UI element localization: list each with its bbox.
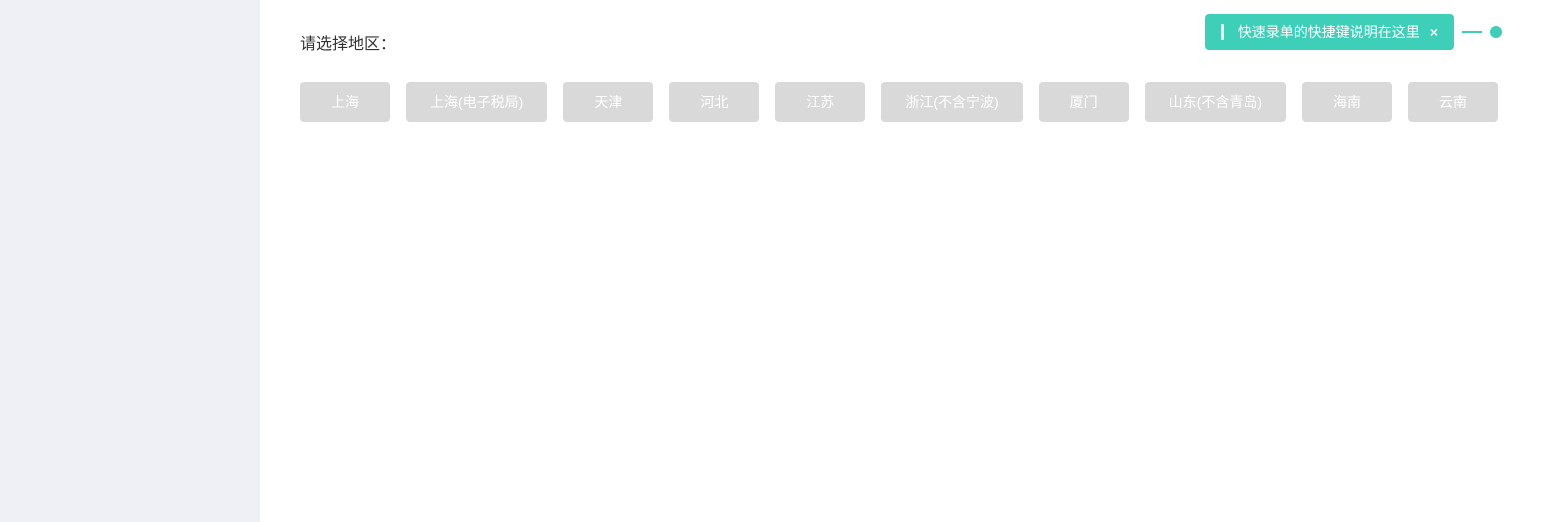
left-sidebar	[0, 0, 260, 522]
region-button-jiangsu[interactable]: 江苏	[775, 82, 865, 122]
region-buttons: 上海上海(电子税局) 天津河北江苏浙江(不含宁波) 厦门山东(不含青岛) 海南云南	[300, 82, 1522, 122]
region-button-xiamen[interactable]: 厦门	[1039, 82, 1129, 122]
region-button-yunnan[interactable]: 云南	[1408, 82, 1498, 122]
main-content: 请选择地区： 上海上海(电子税局)天津河北江苏浙江(不含宁波)厦门山东(不含青岛…	[260, 0, 1562, 522]
tooltip-connector-dot	[1490, 26, 1502, 38]
region-button-hebei[interactable]: 河北	[669, 82, 759, 122]
region-button-shandong[interactable]: 山东(不含青岛)	[1145, 82, 1286, 122]
tooltip-close-button[interactable]: ×	[1430, 24, 1438, 40]
tooltip-connector-line	[1462, 31, 1482, 33]
tooltip-bubble: 快速录单的快捷键说明在这里 ×	[1205, 14, 1454, 50]
region-button-shanghai-etax[interactable]: 上海(电子税局)	[406, 82, 547, 122]
tooltip-text: 快速录单的快捷键说明在这里	[1238, 22, 1420, 42]
region-button-tianjin[interactable]: 天津	[563, 82, 653, 122]
region-button-hainan[interactable]: 海南	[1302, 82, 1392, 122]
region-button-shanghai[interactable]: 上海	[300, 82, 390, 122]
region-button-zhejiang[interactable]: 浙江(不含宁波)	[881, 82, 1022, 122]
tooltip-container: 快速录单的快捷键说明在这里 ×	[1205, 14, 1502, 50]
